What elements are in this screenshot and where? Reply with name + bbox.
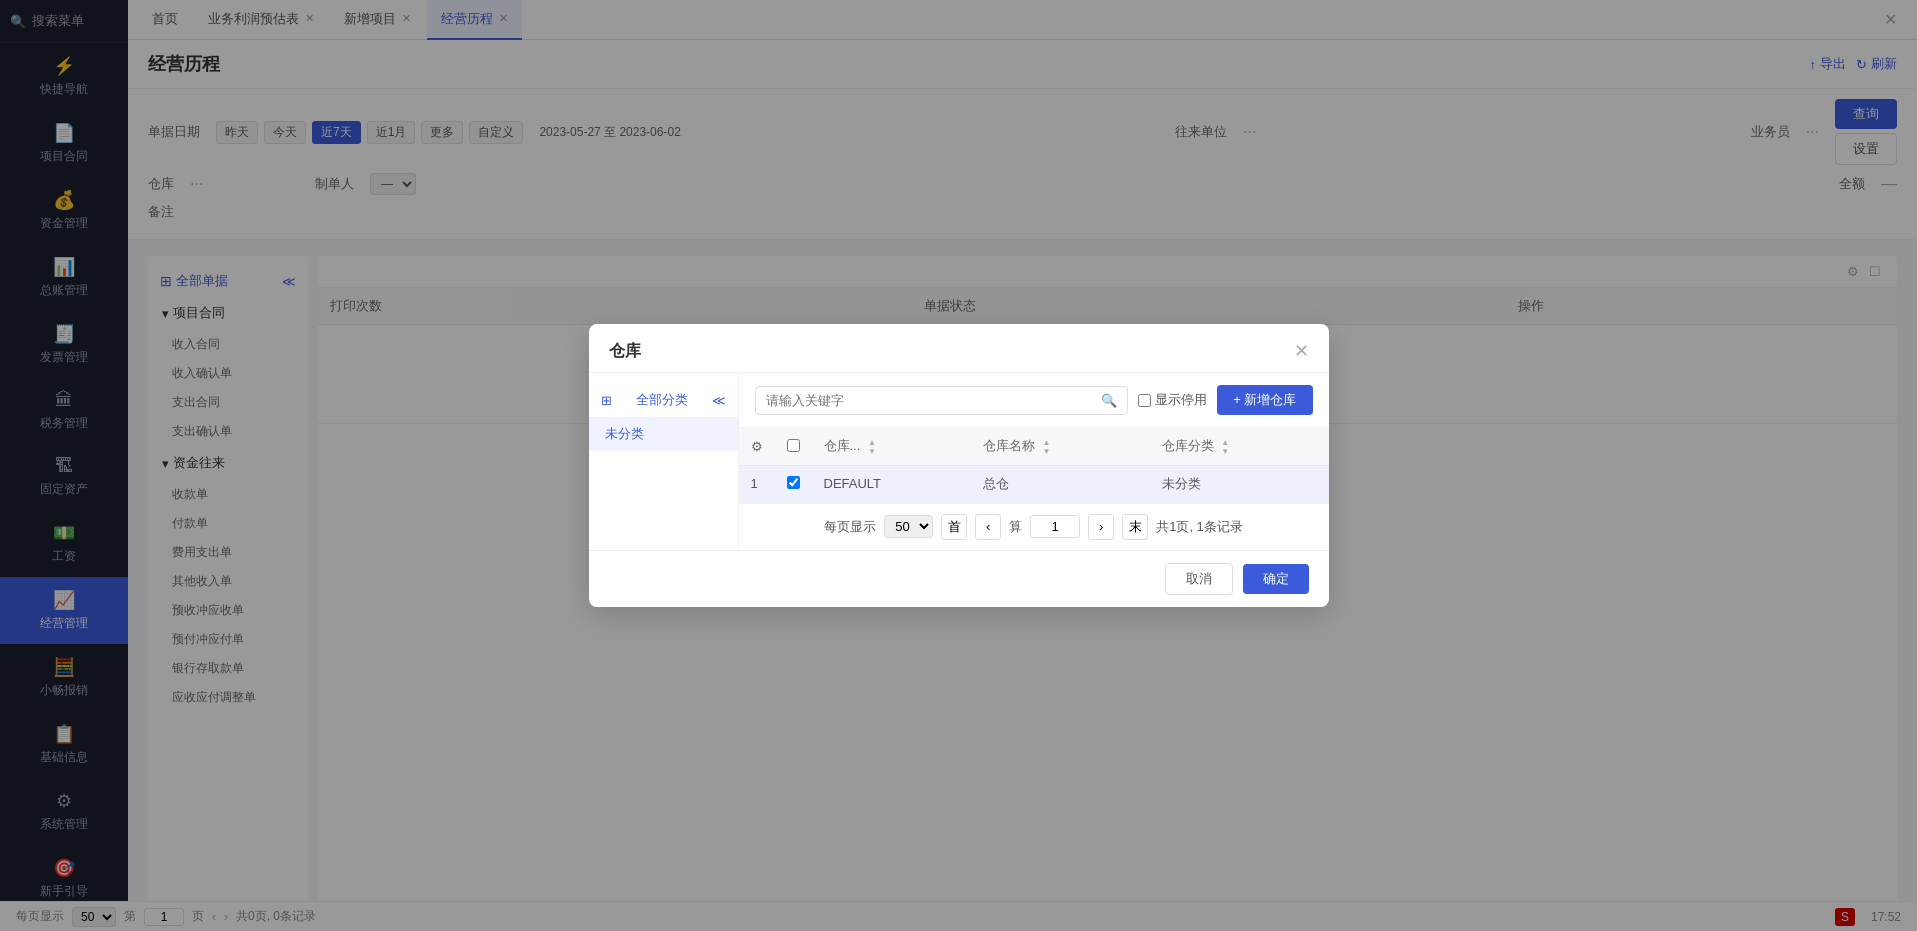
- col-checkbox: [775, 428, 812, 465]
- row-select-checkbox[interactable]: [787, 476, 800, 489]
- col-name: 仓库名称 ▲▼: [971, 428, 1150, 465]
- dialog-sidebar-all-label: 全部分类: [636, 391, 688, 409]
- table-row[interactable]: 1 DEFAULT 总仓 未分类: [739, 465, 1329, 502]
- dialog-search-bar: 🔍 显示停用 + 新增仓库: [739, 373, 1329, 428]
- show-disabled-label: 显示停用: [1155, 391, 1207, 409]
- search-icon2: 🔍: [1101, 393, 1117, 408]
- col-code: 仓库... ▲▼: [812, 428, 971, 465]
- add-warehouse-button[interactable]: + 新增仓库: [1217, 385, 1312, 415]
- confirm-button[interactable]: 确定: [1243, 564, 1309, 594]
- dialog-next-page-btn[interactable]: ›: [1088, 514, 1114, 540]
- dialog-total-info: 共1页, 1条记录: [1156, 518, 1243, 536]
- dialog-actions: 取消 确定: [589, 550, 1329, 607]
- dialog-first-page-btn[interactable]: 首: [941, 514, 967, 540]
- dialog-last-page-btn[interactable]: 末: [1122, 514, 1148, 540]
- cancel-button[interactable]: 取消: [1165, 563, 1233, 595]
- warehouse-dialog: 仓库 ✕ ⊞ 全部分类 ≪ 未分类 🔍: [589, 324, 1329, 606]
- dialog-sidebar-all[interactable]: ⊞ 全部分类 ≪: [589, 383, 738, 417]
- row-checkbox[interactable]: [775, 465, 812, 502]
- dialog-per-page-select[interactable]: 50: [884, 515, 933, 538]
- col-gear: ⚙: [739, 428, 775, 465]
- col-category: 仓库分类 ▲▼: [1150, 428, 1329, 465]
- show-disabled-checkbox[interactable]: [1138, 394, 1151, 407]
- dialog-sidebar-uncategorized[interactable]: 未分类: [589, 417, 738, 451]
- dialog-page-label: 算: [1009, 518, 1022, 536]
- dialog-overlay: 仓库 ✕ ⊞ 全部分类 ≪ 未分类 🔍: [0, 0, 1917, 931]
- dialog-body: ⊞ 全部分类 ≪ 未分类 🔍 显示停用: [589, 373, 1329, 549]
- show-disabled-check[interactable]: 显示停用: [1138, 391, 1207, 409]
- dialog-search-wrapper: 🔍: [755, 386, 1129, 415]
- dialog-search-input[interactable]: [766, 393, 1096, 408]
- row-name: 总仓: [971, 465, 1150, 502]
- dialog-header: 仓库 ✕: [589, 324, 1329, 373]
- dialog-page-input[interactable]: [1030, 515, 1080, 538]
- dialog-per-page-label: 每页显示: [824, 518, 876, 536]
- dialog-table-wrapper: ⚙ 仓库... ▲▼ 仓库名称: [739, 428, 1329, 502]
- dialog-close-btn[interactable]: ✕: [1294, 340, 1309, 362]
- row-num: 1: [739, 465, 775, 502]
- dialog-prev-page-btn[interactable]: ‹: [975, 514, 1001, 540]
- row-category: 未分类: [1150, 465, 1329, 502]
- dialog-table: ⚙ 仓库... ▲▼ 仓库名称: [739, 428, 1329, 502]
- col-gear-icon[interactable]: ⚙: [751, 439, 763, 454]
- dialog-sidebar: ⊞ 全部分类 ≪ 未分类: [589, 373, 739, 549]
- row-code: DEFAULT: [812, 465, 971, 502]
- dialog-sidebar-collapse-icon[interactable]: ≪: [712, 393, 726, 408]
- dialog-title: 仓库: [609, 341, 641, 362]
- select-all-checkbox[interactable]: [787, 439, 800, 452]
- dialog-main: 🔍 显示停用 + 新增仓库 ⚙: [739, 373, 1329, 549]
- dialog-pagination: 每页显示 50 首 ‹ 算 › 末 共1页, 1条记录: [739, 503, 1329, 550]
- grid-icon2: ⊞: [601, 393, 612, 408]
